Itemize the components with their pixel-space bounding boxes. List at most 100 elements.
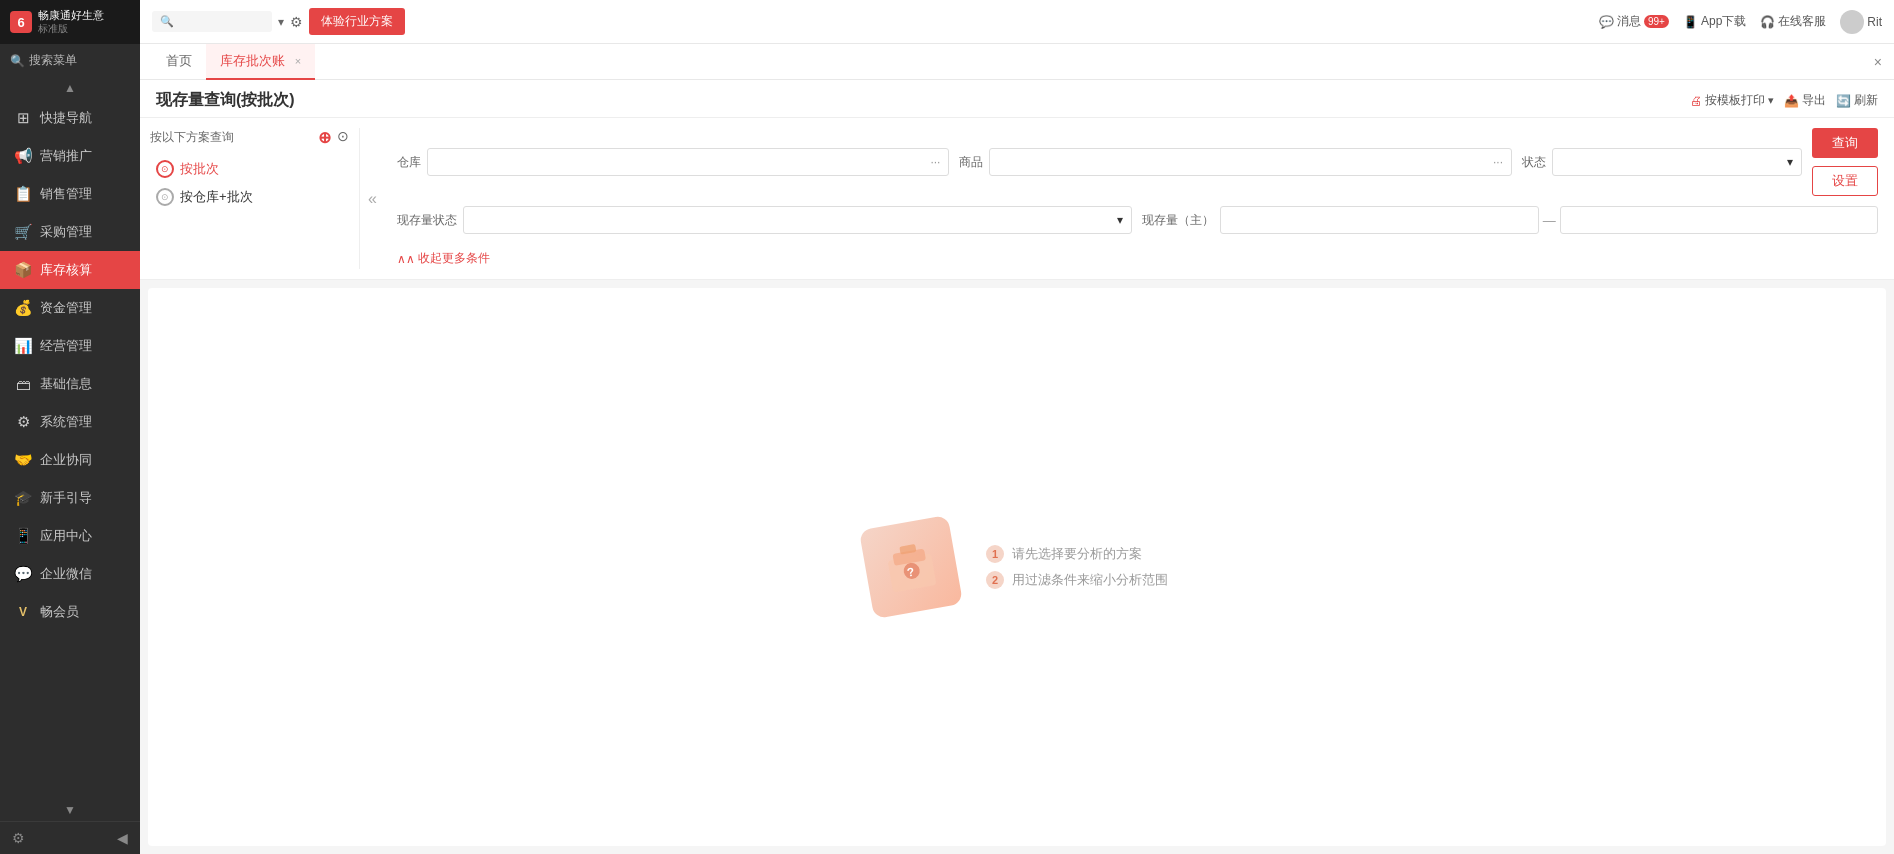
- empty-illustration: ?: [859, 515, 963, 619]
- empty-tip-1: 1 请先选择要分析的方案: [986, 545, 1168, 563]
- basic-icon: 🗃: [14, 376, 32, 393]
- sidebar-footer: ⚙ ◀: [0, 821, 140, 854]
- collapse-label: 收起更多条件: [418, 250, 490, 267]
- collapse-scheme-icon[interactable]: «: [368, 190, 377, 208]
- main-area: 🔍 ▾ ⚙ 体验行业方案 💬 消息 99+ 📱 App下载 🎧 在线客服: [140, 0, 1894, 854]
- sidebar-item-purchase[interactable]: 🛒 采购管理: [0, 213, 140, 251]
- tab-close-icon[interactable]: ×: [295, 55, 301, 67]
- query-btn[interactable]: 查询: [1812, 128, 1878, 158]
- status-select-arrow: ▾: [1787, 155, 1793, 169]
- export-icon: 📤: [1784, 94, 1799, 108]
- stock-qty-range: —: [1220, 206, 1878, 234]
- sidebar-item-enterprise[interactable]: 🤝 企业协同: [0, 441, 140, 479]
- sidebar-item-newbie[interactable]: 🎓 新手引导: [0, 479, 140, 517]
- topbar-search-box[interactable]: 🔍: [152, 11, 272, 32]
- message-btn[interactable]: 💬 消息 99+: [1599, 13, 1669, 30]
- tab-close-right-icon[interactable]: ×: [1874, 54, 1882, 70]
- marketing-icon: 📢: [14, 147, 32, 165]
- scheme-batch-icon: ⊙: [156, 160, 174, 178]
- app-download-btn[interactable]: 📱 App下载: [1683, 13, 1746, 30]
- topbar-left: 🔍 ▾ ⚙ 体验行业方案: [152, 8, 1591, 35]
- product-input[interactable]: ···: [989, 148, 1512, 176]
- warehouse-input[interactable]: ···: [427, 148, 950, 176]
- nav-label: 系统管理: [40, 413, 92, 431]
- topbar-right: 💬 消息 99+ 📱 App下载 🎧 在线客服 Rit: [1599, 10, 1882, 34]
- enterprise-icon: 🤝: [14, 451, 32, 469]
- nav-label: 库存核算: [40, 261, 92, 279]
- sidebar-item-app-center[interactable]: 📱 应用中心: [0, 517, 140, 555]
- nav-label: 营销推广: [40, 147, 92, 165]
- tab-home[interactable]: 首页: [152, 44, 206, 80]
- nav-label: 销售管理: [40, 185, 92, 203]
- filter-group-stock-status: 现存量状态 ▾: [397, 206, 1133, 234]
- sidebar-item-basic[interactable]: 🗃 基础信息: [0, 365, 140, 403]
- warehouse-label: 仓库: [397, 154, 421, 171]
- collapse-sidebar-icon[interactable]: ◀: [117, 830, 128, 846]
- empty-tips: 1 请先选择要分析的方案 2 用过滤条件来缩小分析范围: [986, 545, 1168, 589]
- print-btn[interactable]: 🖨 按模板打印 ▾: [1690, 92, 1774, 109]
- member-icon: V: [14, 605, 32, 619]
- newbie-icon: 🎓: [14, 489, 32, 507]
- export-label: 导出: [1802, 92, 1826, 109]
- scheme-warehouse-batch-label: 按仓库+批次: [180, 188, 253, 206]
- sidebar-item-finance[interactable]: 💰 资金管理: [0, 289, 140, 327]
- sidebar-scroll-up[interactable]: ▲: [0, 77, 140, 99]
- sales-icon: 📋: [14, 185, 32, 203]
- status-label: 状态: [1522, 154, 1546, 171]
- topbar: 🔍 ▾ ⚙ 体验行业方案 💬 消息 99+ 📱 App下载 🎧 在线客服: [140, 0, 1894, 44]
- export-btn[interactable]: 📤 导出: [1784, 92, 1826, 109]
- filter-group-stock-qty: 现存量（主） —: [1142, 206, 1878, 234]
- sidebar-scroll-down[interactable]: ▼: [0, 799, 140, 821]
- page-actions: 🖨 按模板打印 ▾ 📤 导出 🔄 刷新: [1690, 92, 1878, 109]
- tab-inventory-batch[interactable]: 库存批次账 ×: [206, 44, 315, 80]
- topbar-gear-icon[interactable]: ⚙: [290, 14, 303, 30]
- app-download-label: App下载: [1701, 13, 1746, 30]
- stock-qty-min-input[interactable]: [1220, 206, 1538, 234]
- message-label: 消息: [1617, 13, 1641, 30]
- empty-content: ? 1 请先选择要分析的方案 2 用过滤条件来缩小分析范围: [866, 522, 1168, 612]
- search-menu-label: 搜索菜单: [29, 52, 77, 69]
- scheme-item-batch[interactable]: ⊙ 按批次: [150, 155, 349, 183]
- product-label: 商品: [959, 154, 983, 171]
- sidebar-item-ops[interactable]: 📊 经营管理: [0, 327, 140, 365]
- user-profile-btn[interactable]: Rit: [1840, 10, 1882, 34]
- scheme-settings-icon[interactable]: ⊙: [337, 128, 349, 147]
- sidebar-item-inventory[interactable]: 📦 库存核算: [0, 251, 140, 289]
- sidebar-item-system[interactable]: ⚙ 系统管理: [0, 403, 140, 441]
- scheme-title: 按以下方案查询: [150, 129, 234, 146]
- print-dropdown-icon[interactable]: ▾: [1768, 94, 1774, 107]
- customer-service-label: 在线客服: [1778, 13, 1826, 30]
- sidebar-item-quick-nav[interactable]: ⊞ 快捷导航: [0, 99, 140, 137]
- customer-service-btn[interactable]: 🎧 在线客服: [1760, 13, 1826, 30]
- add-scheme-icon[interactable]: ⊕: [318, 128, 331, 147]
- tabbar: 首页 库存批次账 × ×: [140, 44, 1894, 80]
- collapse-conditions-btn[interactable]: ∧∧ 收起更多条件: [397, 244, 1878, 269]
- scheme-panel: 按以下方案查询 ⊕ ⊙ ⊙ 按批次 ⊙ 按仓库+批次: [140, 128, 360, 269]
- scheme-panel-header: 按以下方案查询 ⊕ ⊙: [150, 128, 349, 147]
- filter-group-status: 状态 ▾: [1522, 148, 1802, 176]
- empty-tip-2: 2 用过滤条件来缩小分析范围: [986, 571, 1168, 589]
- topbar-dropdown-icon[interactable]: ▾: [278, 15, 284, 29]
- print-label: 按模板打印: [1705, 92, 1765, 109]
- status-select[interactable]: ▾: [1552, 148, 1802, 176]
- app-download-icon: 📱: [1683, 15, 1698, 29]
- empty-state: ? 1 请先选择要分析的方案 2 用过滤条件来缩小分析范围: [148, 288, 1886, 846]
- settings-icon[interactable]: ⚙: [12, 830, 25, 846]
- settings-btn[interactable]: 设置: [1812, 166, 1878, 196]
- sidebar: 6 畅康通好生意 标准版 🔍 搜索菜单 ▲ ⊞ 快捷导航 📢 营销推广 📋 销售…: [0, 0, 140, 854]
- sidebar-item-member[interactable]: V 畅会员: [0, 593, 140, 631]
- stock-qty-max-input[interactable]: [1560, 206, 1878, 234]
- experience-btn[interactable]: 体验行业方案: [309, 8, 405, 35]
- range-dash: —: [1543, 213, 1556, 228]
- stock-qty-label: 现存量（主）: [1142, 212, 1214, 229]
- sidebar-item-sales[interactable]: 📋 销售管理: [0, 175, 140, 213]
- search-menu[interactable]: 🔍 搜索菜单: [0, 44, 140, 77]
- refresh-btn[interactable]: 🔄 刷新: [1836, 92, 1878, 109]
- refresh-icon: 🔄: [1836, 94, 1851, 108]
- scheme-item-warehouse-batch[interactable]: ⊙ 按仓库+批次: [150, 183, 349, 211]
- filter-group-warehouse: 仓库 ···: [397, 148, 950, 176]
- sidebar-item-marketing[interactable]: 📢 营销推广: [0, 137, 140, 175]
- stock-status-select[interactable]: ▾: [463, 206, 1133, 234]
- tip-2-text: 用过滤条件来缩小分析范围: [1012, 571, 1168, 589]
- sidebar-item-wechat[interactable]: 💬 企业微信: [0, 555, 140, 593]
